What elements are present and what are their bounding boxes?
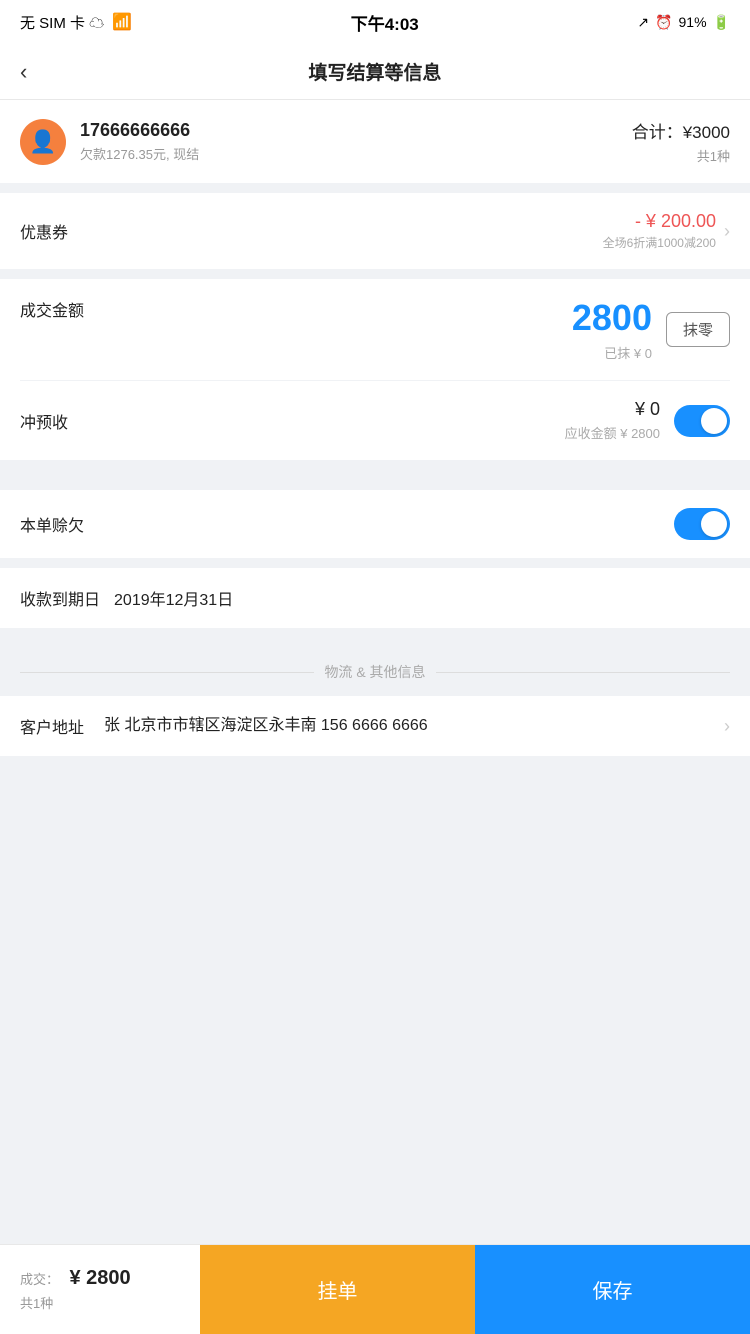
section-divider-2	[0, 638, 750, 648]
prepay-sub-value: 应收金额 ¥ 2800	[565, 423, 660, 442]
due-date-label: 收款到期日	[20, 586, 100, 610]
prepay-amounts: ¥ 0 应收金额 ¥ 2800	[565, 399, 660, 442]
main-content: 👤 17666666666 欠款1276.35元, 现结 合计：¥3000 共1…	[0, 100, 750, 946]
customer-row: 👤 17666666666 欠款1276.35元, 现结 合计：¥3000 共1…	[0, 100, 750, 183]
amount-section: 成交金额 2800 已抹 ¥ 0 抹零 冲预收 ¥ 0 应收金额 ¥ 2800	[0, 279, 750, 460]
prepay-toggle[interactable]	[674, 405, 730, 437]
debt-label: 本单赊欠	[20, 512, 84, 536]
bottom-count: 共1种	[20, 1293, 180, 1312]
wifi-icon: 📶	[112, 12, 132, 32]
back-button[interactable]: ‹	[20, 59, 27, 85]
address-chevron-icon: ›	[724, 716, 730, 737]
sep-line-right	[436, 672, 730, 673]
debt-toggle[interactable]	[674, 508, 730, 540]
nav-bar: ‹ 填写结算等信息	[0, 44, 750, 100]
coupon-desc: 全场6折满1000减200	[603, 234, 716, 251]
deal-amount-sub: 已抹 ¥ 0	[572, 343, 652, 362]
bottom-deal-amount: ¥ 2800	[69, 1267, 130, 1289]
bottom-deal-label: 成交：	[20, 1272, 59, 1287]
coupon-chevron-icon: ›	[724, 221, 730, 242]
logistics-label: 物流 & 其他信息	[324, 662, 425, 682]
avatar: 👤	[20, 119, 66, 165]
coupon-value: - ¥ 200.00 全场6折满1000减200	[603, 211, 716, 251]
deal-amount-row: 成交金额 2800 已抹 ¥ 0 抹零	[0, 279, 750, 380]
bottom-bar: 成交： ¥ 2800 共1种 挂单 保存	[0, 1244, 750, 1334]
battery-label: 91%	[679, 14, 707, 30]
prepay-main-value: ¥ 0	[565, 399, 660, 420]
sim-label: 无 SIM 卡 ☁	[20, 12, 104, 33]
status-left: 无 SIM 卡 ☁ 📶	[20, 12, 132, 33]
page-title: 填写结算等信息	[308, 58, 441, 85]
address-value: 张 北京市市辖区海淀区永丰南 156 6666 6666	[104, 714, 714, 738]
sep-line-left	[20, 672, 314, 673]
bottom-spacer	[0, 766, 750, 846]
hold-button[interactable]: 挂单	[200, 1245, 475, 1334]
coupon-row[interactable]: 优惠券 - ¥ 200.00 全场6折满1000减200 ›	[0, 193, 750, 269]
deal-amount-label: 成交金额	[20, 297, 84, 321]
customer-left: 👤 17666666666 欠款1276.35元, 现结	[20, 119, 199, 165]
bottom-actions: 挂单 保存	[200, 1245, 750, 1334]
status-right: ↗ ⏰ 91% 🔋	[637, 14, 730, 31]
save-button[interactable]: 保存	[475, 1245, 750, 1334]
clock-icon: ⏰	[655, 14, 672, 31]
debt-row: 本单赊欠	[0, 490, 750, 558]
round-button[interactable]: 抹零	[666, 312, 730, 347]
customer-phone: 17666666666	[80, 120, 199, 141]
location-icon: ↗	[637, 14, 649, 31]
due-date-section: 收款到期日 2019年12月31日	[0, 568, 750, 628]
customer-right: 合计：¥3000 共1种	[632, 118, 730, 165]
status-time: 下午4:03	[351, 10, 419, 35]
coupon-right: - ¥ 200.00 全场6折满1000减200 ›	[603, 211, 730, 251]
deal-amount-value: 2800	[572, 297, 652, 339]
due-date-row: 收款到期日 2019年12月31日	[20, 586, 730, 610]
customer-info: 17666666666 欠款1276.35元, 现结	[80, 120, 199, 163]
address-label: 客户地址	[20, 714, 84, 738]
coupon-label: 优惠券	[20, 219, 68, 243]
logistics-separator: 物流 & 其他信息	[0, 648, 750, 696]
prepay-row: 冲预收 ¥ 0 应收金额 ¥ 2800	[0, 381, 750, 460]
order-total: 合计：¥3000	[632, 118, 730, 143]
bottom-deal-row: 成交： ¥ 2800	[20, 1267, 180, 1290]
bottom-info: 成交： ¥ 2800 共1种	[0, 1267, 200, 1312]
section-divider-1	[0, 470, 750, 480]
customer-sub: 欠款1276.35元, 现结	[80, 144, 199, 163]
due-date-value: 2019年12月31日	[114, 586, 233, 610]
coupon-amount: - ¥ 200.00	[603, 211, 716, 232]
status-bar: 无 SIM 卡 ☁ 📶 下午4:03 ↗ ⏰ 91% 🔋	[0, 0, 750, 44]
prepay-label: 冲预收	[20, 409, 68, 433]
order-count: 共1种	[632, 146, 730, 165]
address-row[interactable]: 客户地址 张 北京市市辖区海淀区永丰南 156 6666 6666 ›	[0, 696, 750, 756]
battery-icon: 🔋	[713, 14, 730, 31]
